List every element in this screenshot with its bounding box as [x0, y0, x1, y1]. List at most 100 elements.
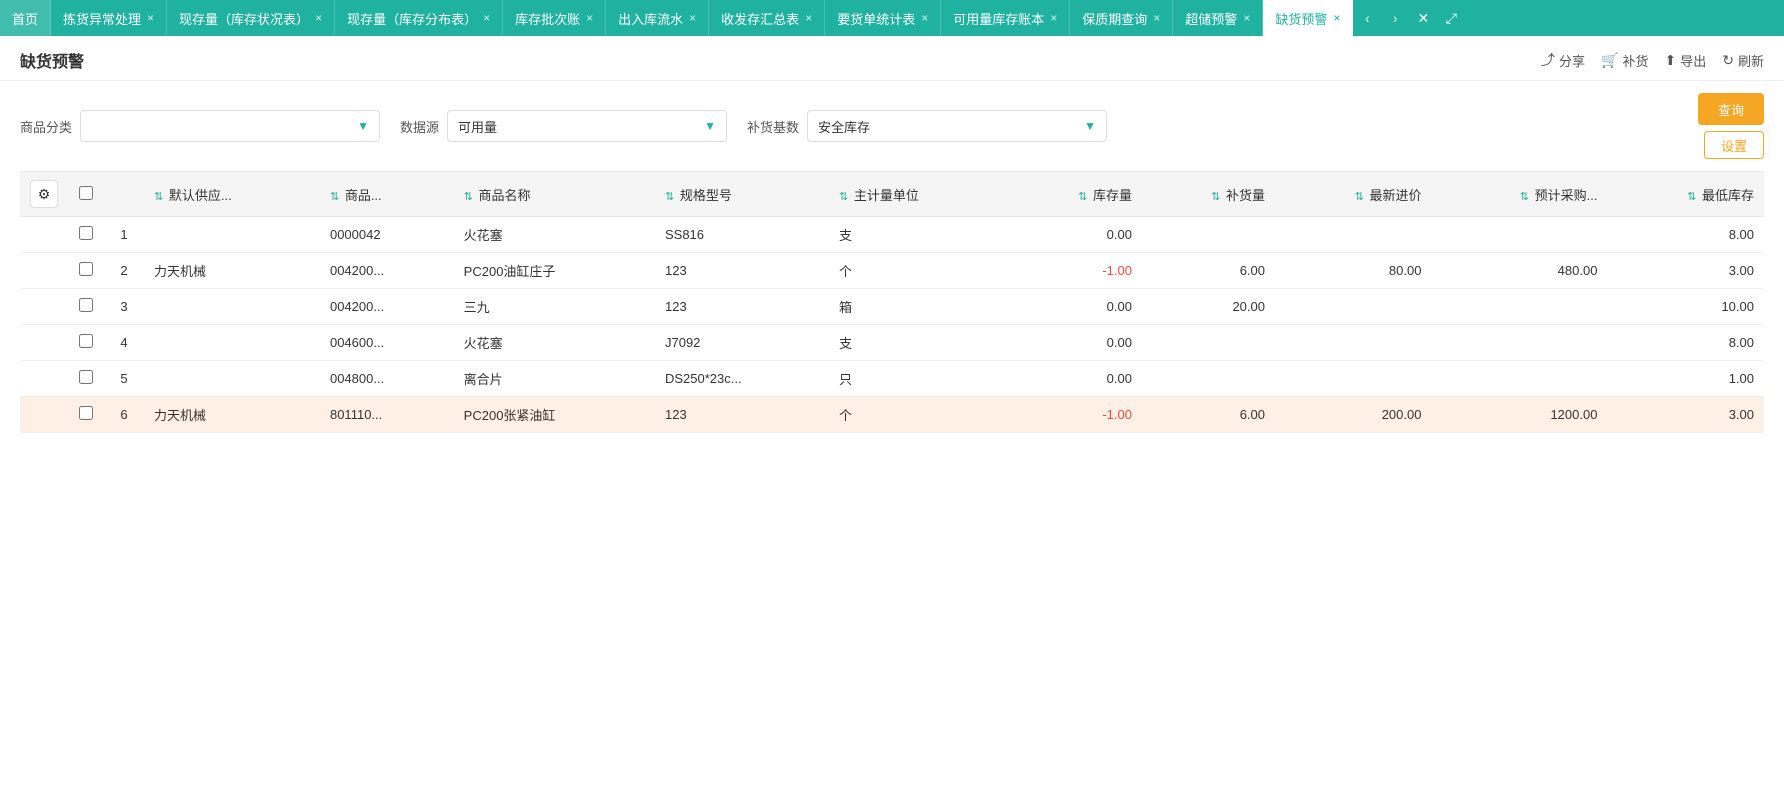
row-supplier-cell: [144, 289, 320, 325]
row-stock-cell: 0.00: [1009, 325, 1142, 361]
tab-close-stock-status[interactable]: ×: [315, 11, 322, 25]
row-spec-cell: DS250*23c...: [655, 361, 829, 397]
query-button[interactable]: 查询: [1698, 93, 1764, 125]
table-header-row: ⚙ ⇅ 默认供应... ⇅ 商品... ⇅: [20, 172, 1764, 217]
row-supplier-cell: [144, 325, 320, 361]
refresh-btn[interactable]: ↻ 刷新: [1722, 51, 1764, 70]
row-num-cell: 4: [104, 325, 144, 361]
col-header-replenish[interactable]: ⇅ 补货量: [1142, 172, 1275, 217]
settings-button[interactable]: 设置: [1704, 131, 1764, 159]
row-min-stock-cell: 8.00: [1607, 325, 1764, 361]
share-icon: ⤴: [1541, 50, 1555, 70]
row-min-stock-cell: 3.00: [1607, 253, 1764, 289]
col-header-min-stock[interactable]: ⇅ 最低库存: [1607, 172, 1764, 217]
row-replenish-cell: 6.00: [1142, 253, 1275, 289]
row-unit-cell: 支: [829, 325, 1009, 361]
datasource-select-value: 可用量: [458, 117, 497, 136]
row-spec-cell: J7092: [655, 325, 829, 361]
tab-close-req[interactable]: ×: [921, 11, 928, 25]
row-settings-cell: [20, 361, 68, 397]
row-replenish-cell: [1142, 325, 1275, 361]
replenish-select-value: 安全库存: [818, 117, 870, 136]
tab-receipt-summary[interactable]: 收发存汇总表 ×: [709, 0, 825, 36]
tab-prev-btn[interactable]: ‹: [1353, 0, 1381, 36]
row-name-cell: 离合片: [454, 361, 655, 397]
tab-close-avail[interactable]: ×: [1050, 11, 1057, 25]
row-num-cell: 3: [104, 289, 144, 325]
row-check-cell: [68, 325, 104, 361]
tab-home[interactable]: 首页: [0, 0, 51, 36]
row-checkbox-3[interactable]: [79, 334, 93, 348]
col-header-code[interactable]: ⇅ 商品...: [320, 172, 454, 217]
row-num-cell: 5: [104, 361, 144, 397]
row-estimated-cell: [1431, 361, 1607, 397]
tab-close-batch[interactable]: ×: [586, 11, 593, 25]
datasource-label: 数据源: [400, 117, 439, 136]
col-header-estimated[interactable]: ⇅ 预计采购...: [1431, 172, 1607, 217]
datasource-select[interactable]: 可用量 ▼: [447, 110, 727, 142]
replenish-arrow-icon: ▼: [1084, 119, 1096, 133]
tab-close-picking[interactable]: ×: [147, 11, 154, 25]
tab-shortage-warning[interactable]: 缺货预警 ×: [1263, 0, 1353, 36]
tab-picking-exception[interactable]: 拣货异常处理 ×: [51, 0, 167, 36]
row-estimated-cell: [1431, 325, 1607, 361]
export-btn[interactable]: ⬆ 导出: [1665, 51, 1707, 70]
row-settings-cell: [20, 253, 68, 289]
tab-batch-account[interactable]: 库存批次账 ×: [503, 0, 606, 36]
col-header-unit[interactable]: ⇅ 主计量单位: [829, 172, 1009, 217]
tab-stock-status[interactable]: 现存量（库存状况表） ×: [167, 0, 335, 36]
column-settings-btn[interactable]: ⚙: [30, 180, 58, 208]
tab-close-overstock[interactable]: ×: [1243, 11, 1250, 25]
col-header-settings: ⚙: [20, 172, 68, 217]
refresh-icon: ↻: [1722, 52, 1734, 69]
row-name-cell: PC200油缸庄子: [454, 253, 655, 289]
tab-expiry-query[interactable]: 保质期查询 ×: [1070, 0, 1173, 36]
select-all-checkbox[interactable]: [79, 186, 93, 200]
row-estimated-cell: 480.00: [1431, 253, 1607, 289]
category-select[interactable]: ▼: [80, 110, 380, 142]
col-header-spec[interactable]: ⇅ 规格型号: [655, 172, 829, 217]
row-checkbox-0[interactable]: [79, 226, 93, 240]
tab-close-expiry[interactable]: ×: [1153, 11, 1160, 25]
tab-fullscreen-btn[interactable]: ⤢: [1437, 0, 1465, 36]
row-unit-cell: 个: [829, 397, 1009, 433]
row-name-cell: PC200张紧油缸: [454, 397, 655, 433]
share-btn[interactable]: ⤴ 分享: [1541, 50, 1585, 70]
table-row: 5 004800... 离合片 DS250*23c... 只 0.00 1.00: [20, 361, 1764, 397]
tab-stock-distribution[interactable]: 现存量（库存分布表） ×: [335, 0, 503, 36]
tab-inout-flow[interactable]: 出入库流水 ×: [606, 0, 709, 36]
row-replenish-cell: [1142, 217, 1275, 253]
filter-right-actions: 查询 设置: [1698, 93, 1764, 159]
tab-close-shortage[interactable]: ×: [1333, 11, 1340, 25]
row-spec-cell: 123: [655, 289, 829, 325]
tab-close-stock-dist[interactable]: ×: [483, 11, 490, 25]
row-num-cell: 6: [104, 397, 144, 433]
replenish-btn[interactable]: 🛒 补货: [1601, 51, 1648, 70]
row-stock-cell: 0.00: [1009, 289, 1142, 325]
sort-stock-icon: ⇅: [1078, 191, 1087, 203]
category-label: 商品分类: [20, 117, 72, 136]
col-header-name[interactable]: ⇅ 商品名称: [454, 172, 655, 217]
row-latest-price-cell: [1275, 217, 1431, 253]
row-checkbox-1[interactable]: [79, 262, 93, 276]
row-checkbox-5[interactable]: [79, 406, 93, 420]
col-header-stock[interactable]: ⇅ 库存量: [1009, 172, 1142, 217]
replenish-select[interactable]: 安全库存 ▼: [807, 110, 1107, 142]
tab-next-btn[interactable]: ›: [1381, 0, 1409, 36]
col-header-latest-price[interactable]: ⇅ 最新进价: [1275, 172, 1431, 217]
tab-close-all-btn[interactable]: ✕: [1409, 0, 1437, 36]
category-filter-group: 商品分类 ▼: [20, 110, 380, 142]
col-header-supplier[interactable]: ⇅ 默认供应...: [144, 172, 320, 217]
tab-close-inout[interactable]: ×: [689, 11, 696, 25]
row-name-cell: 火花塞: [454, 217, 655, 253]
sort-replenish-icon: ⇅: [1211, 191, 1220, 203]
tab-requisition-stat[interactable]: 要货单统计表 ×: [825, 0, 941, 36]
tab-close-receipt[interactable]: ×: [805, 11, 812, 25]
replenish-label: 补货基数: [747, 117, 799, 136]
row-estimated-cell: [1431, 217, 1607, 253]
tab-available-ledger[interactable]: 可用量库存账本 ×: [941, 0, 1070, 36]
tab-overstock-warning[interactable]: 超储预警 ×: [1173, 0, 1263, 36]
row-checkbox-4[interactable]: [79, 370, 93, 384]
page-header: 缺货预警 ⤴ 分享 🛒 补货 ⬆ 导出 ↻ 刷新: [0, 36, 1784, 81]
row-checkbox-2[interactable]: [79, 298, 93, 312]
